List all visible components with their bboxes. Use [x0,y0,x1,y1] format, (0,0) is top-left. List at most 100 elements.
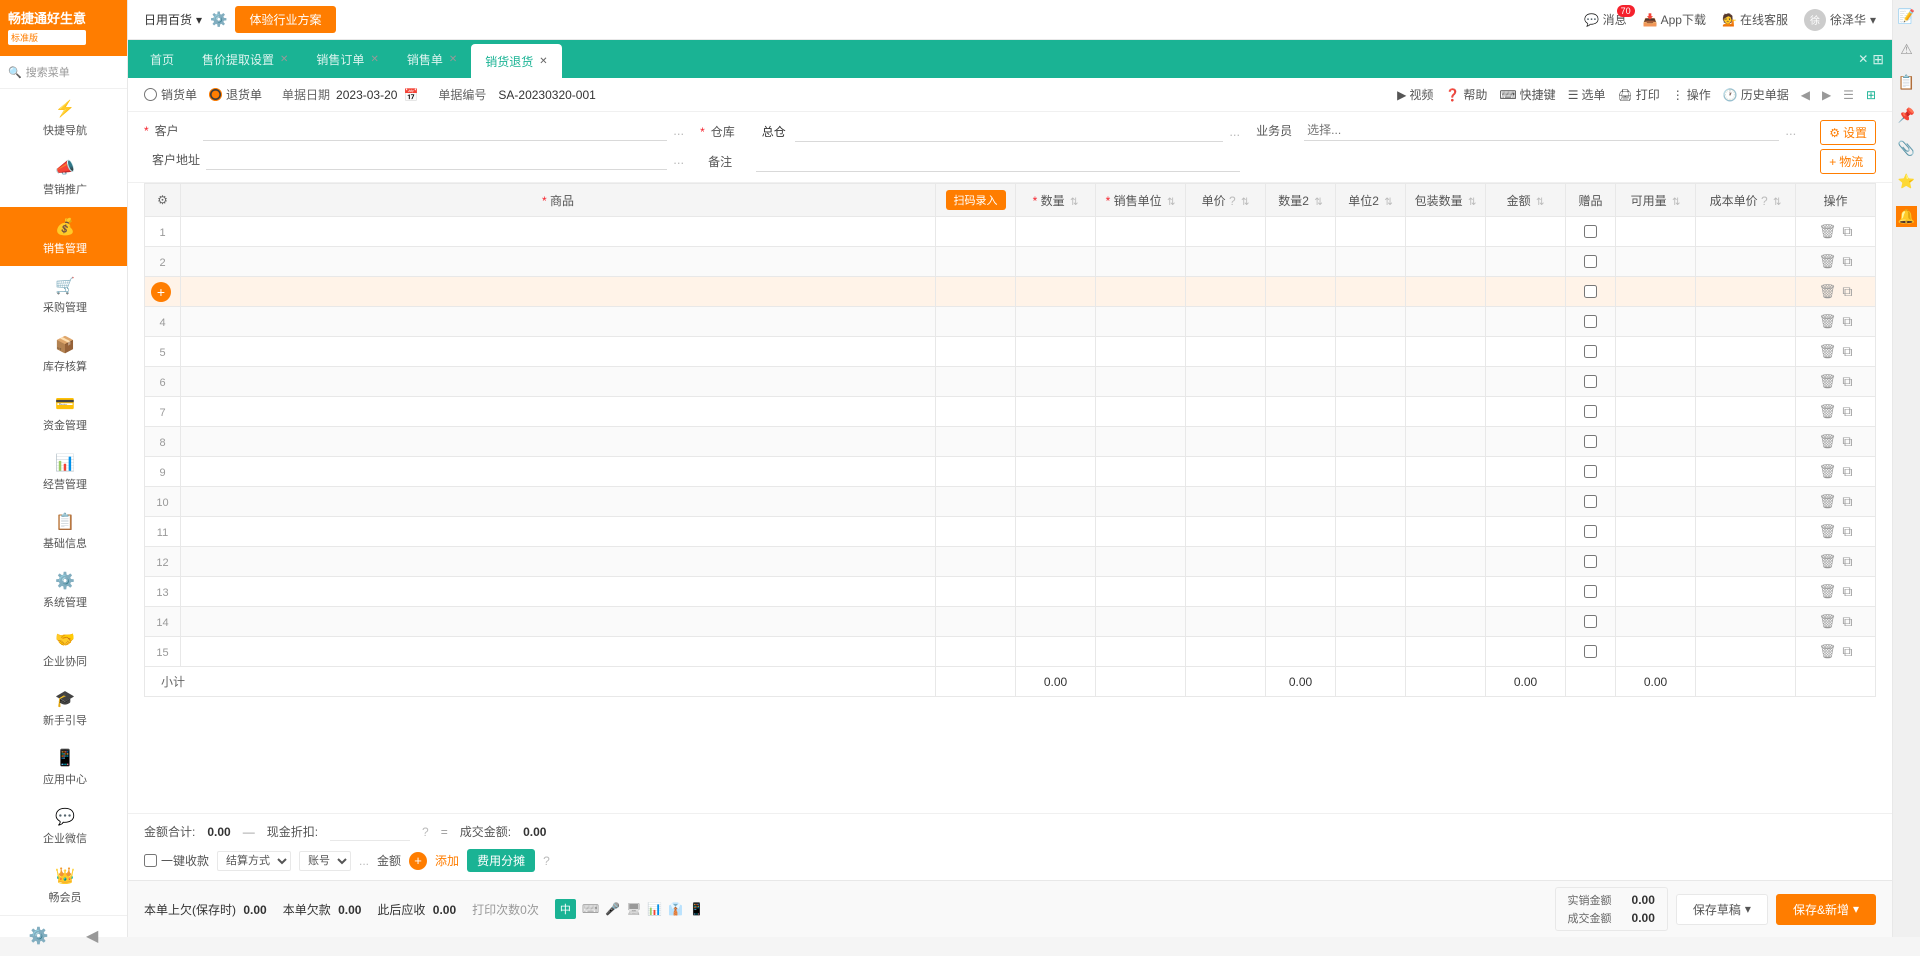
split-cost-btn[interactable]: 费用分摊 [467,849,535,872]
dots-btn1[interactable]: ... [359,854,369,868]
unit-cell[interactable] [1096,607,1186,637]
gift-cell[interactable] [1566,277,1616,307]
unit2-cell[interactable] [1336,457,1406,487]
staff-select-btn[interactable]: ... [1785,123,1796,138]
copy-icon-8[interactable]: ⧉ [1842,433,1852,450]
radio-return-input[interactable] [209,88,222,101]
nav-next-icon[interactable]: ▶ [1822,88,1831,102]
qty-input-11[interactable] [1022,525,1089,539]
customer-select-btn[interactable]: ... [673,123,684,138]
price-cell[interactable] [1186,547,1266,577]
qty-sort-icon[interactable]: ⇅ [1070,197,1078,208]
product-input-9[interactable] [187,465,929,479]
product-input-15[interactable] [187,645,929,659]
pack-qty-cell[interactable] [1406,277,1486,307]
collapse-icon[interactable]: ◀ [86,926,98,946]
sidebar-item-basic-info[interactable]: 📋 基础信息 [0,502,127,561]
pack-qty-cell[interactable] [1406,427,1486,457]
qty2-cell[interactable] [1266,607,1336,637]
staff-input[interactable] [1304,120,1779,141]
qty-cell[interactable] [1016,517,1096,547]
unit-cell[interactable] [1096,337,1186,367]
product-input-1[interactable] [187,225,929,239]
qty-cell[interactable] [1016,607,1096,637]
price-help-icon[interactable]: ? [1229,194,1236,208]
product-input-8[interactable] [187,435,929,449]
copy-icon-13[interactable]: ⧉ [1842,583,1852,600]
sidebar-item-purchase[interactable]: 🛒 采购管理 [0,266,127,325]
product-cell[interactable] [181,637,936,667]
amount-cell[interactable] [1486,607,1566,637]
pack-qty-cell[interactable] [1406,397,1486,427]
qty-input-5[interactable] [1022,345,1089,359]
qty-input-4[interactable] [1022,315,1089,329]
sidebar-item-app-center[interactable]: 📱 应用中心 [0,738,127,797]
gift-check-13[interactable] [1584,585,1597,598]
pack-qty-cell[interactable] [1406,307,1486,337]
qty-cell[interactable] [1016,397,1096,427]
qty2-cell[interactable] [1266,367,1336,397]
delete-icon-2[interactable]: 🗑 [1819,253,1837,270]
address-select-btn[interactable]: ... [673,152,684,167]
bottom-icon-7[interactable]: 📱 [689,902,704,916]
copy-icon-5[interactable]: ⧉ [1842,343,1852,360]
gift-cell[interactable] [1566,637,1616,667]
pack-qty-cell[interactable] [1406,547,1486,577]
select-btn[interactable]: ☰ 选单 [1568,86,1606,103]
online-service-btn[interactable]: 💁 在线客服 [1722,11,1788,28]
add-row-btn[interactable]: + [151,282,171,302]
product-input-11[interactable] [187,525,929,539]
unit2-cell[interactable] [1336,547,1406,577]
copy-icon-15[interactable]: ⧉ [1842,643,1852,660]
qty-cell[interactable] [1016,487,1096,517]
price-cell[interactable] [1186,637,1266,667]
product-input-12[interactable] [187,555,929,569]
right-icon-5[interactable]: 📎 [1898,140,1915,157]
price-cell[interactable] [1186,247,1266,277]
qty2-cell[interactable] [1266,487,1336,517]
search-menu[interactable]: 🔍 搜索菜单 [0,56,127,89]
price-sort-icon[interactable]: ⇅ [1241,197,1249,208]
unit2-cell[interactable] [1336,487,1406,517]
product-cell[interactable] [181,337,936,367]
save-draft-btn[interactable]: 保存草稿 ▾ [1676,894,1768,925]
bottom-icon-5[interactable]: 📊 [647,902,662,916]
unit2-cell[interactable] [1336,337,1406,367]
unit2-cell[interactable] [1336,577,1406,607]
qty-input-14[interactable] [1022,615,1089,629]
pack-qty-cell[interactable] [1406,637,1486,667]
amount-cell[interactable] [1486,277,1566,307]
gift-check-6[interactable] [1584,375,1597,388]
price-cell[interactable] [1186,427,1266,457]
qty-cell[interactable] [1016,277,1096,307]
shortcut-btn[interactable]: ⌨ 快捷键 [1499,86,1555,103]
qty-cell[interactable] [1016,427,1096,457]
expand-tabs-btn[interactable]: ⊞ [1872,51,1884,68]
product-input-13[interactable] [187,585,929,599]
delete-icon-3[interactable]: 🗑 [1819,283,1837,300]
bottom-icon-3[interactable]: 🎤 [605,902,620,916]
user-menu[interactable]: 徐 徐泽华 ▾ [1804,9,1876,31]
product-input-5[interactable] [187,345,929,359]
gift-check-14[interactable] [1584,615,1597,628]
gift-check-12[interactable] [1584,555,1597,568]
settings-bottom-icon[interactable]: ⚙️ [29,926,49,946]
gift-cell[interactable] [1566,217,1616,247]
product-input-14[interactable] [187,615,929,629]
gift-check-3[interactable] [1584,285,1597,298]
cost-help-icon[interactable]: ? [1761,194,1768,208]
amount-cell[interactable] [1486,247,1566,277]
amount-cell[interactable] [1486,337,1566,367]
radio-sale-input[interactable] [144,88,157,101]
unit2-cell[interactable] [1336,517,1406,547]
sidebar-item-system[interactable]: ⚙️ 系统管理 [0,561,127,620]
print-btn[interactable]: 🖨 打印 [1617,86,1659,103]
price-cell[interactable] [1186,397,1266,427]
qty2-cell[interactable] [1266,277,1336,307]
qty2-cell[interactable] [1266,397,1336,427]
unit2-cell[interactable] [1336,427,1406,457]
price-cell[interactable] [1186,367,1266,397]
close-all-tabs-btn[interactable]: ✕ [1858,52,1868,66]
qty-input-1[interactable] [1022,225,1089,239]
qty-cell[interactable] [1016,577,1096,607]
